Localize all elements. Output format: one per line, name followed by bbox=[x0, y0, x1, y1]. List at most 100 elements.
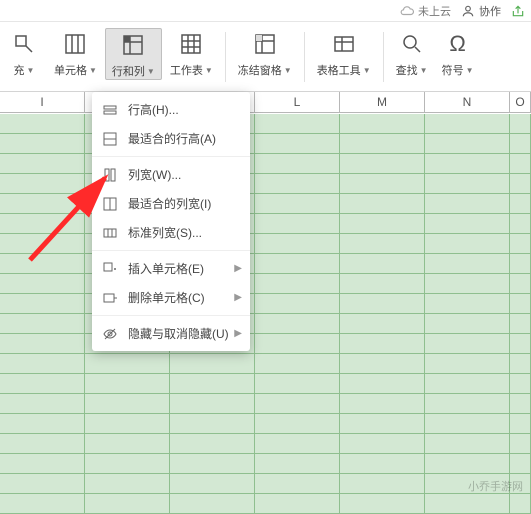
worksheet-button[interactable]: 工作表▼ bbox=[164, 28, 219, 78]
row-and-column-button[interactable]: 行和列▼ bbox=[105, 28, 162, 80]
cell[interactable] bbox=[85, 394, 170, 414]
cell[interactable] bbox=[0, 394, 85, 414]
cell[interactable] bbox=[510, 354, 531, 374]
cell[interactable] bbox=[425, 154, 510, 174]
cell[interactable] bbox=[0, 194, 85, 214]
cell[interactable] bbox=[170, 474, 255, 494]
cell[interactable] bbox=[340, 334, 425, 354]
menu-row-height[interactable]: 行高(H)... bbox=[92, 95, 250, 124]
cell[interactable] bbox=[340, 234, 425, 254]
cell[interactable] bbox=[340, 134, 425, 154]
cell[interactable] bbox=[510, 374, 531, 394]
cell[interactable] bbox=[255, 134, 340, 154]
cell[interactable] bbox=[0, 374, 85, 394]
cell[interactable] bbox=[255, 334, 340, 354]
cell[interactable] bbox=[255, 154, 340, 174]
collaborate-button[interactable]: 协作 bbox=[461, 3, 501, 19]
cell[interactable] bbox=[255, 434, 340, 454]
cell[interactable] bbox=[425, 174, 510, 194]
cell[interactable] bbox=[340, 254, 425, 274]
cell[interactable] bbox=[510, 134, 531, 154]
cell[interactable] bbox=[85, 494, 170, 514]
cell[interactable] bbox=[0, 234, 85, 254]
cell[interactable] bbox=[255, 254, 340, 274]
cell[interactable] bbox=[340, 474, 425, 494]
cell[interactable] bbox=[340, 214, 425, 234]
cell[interactable] bbox=[0, 254, 85, 274]
cell[interactable] bbox=[0, 274, 85, 294]
cell[interactable] bbox=[170, 414, 255, 434]
cell[interactable] bbox=[0, 454, 85, 474]
cell[interactable] bbox=[170, 494, 255, 514]
cell[interactable] bbox=[255, 314, 340, 334]
cell[interactable] bbox=[425, 334, 510, 354]
cell[interactable] bbox=[425, 234, 510, 254]
cell[interactable] bbox=[255, 454, 340, 474]
cell[interactable] bbox=[0, 494, 85, 514]
cell[interactable] bbox=[425, 134, 510, 154]
cell[interactable] bbox=[170, 454, 255, 474]
cell[interactable] bbox=[510, 454, 531, 474]
menu-best-col-width[interactable]: 最适合的列宽(I) bbox=[92, 189, 250, 218]
cell[interactable] bbox=[170, 354, 255, 374]
cell[interactable] bbox=[0, 334, 85, 354]
cell[interactable] bbox=[255, 234, 340, 254]
cell[interactable] bbox=[255, 374, 340, 394]
cell[interactable] bbox=[340, 274, 425, 294]
cell[interactable] bbox=[255, 294, 340, 314]
cell[interactable] bbox=[340, 174, 425, 194]
cell[interactable] bbox=[340, 374, 425, 394]
cell[interactable] bbox=[85, 454, 170, 474]
cell[interactable] bbox=[425, 494, 510, 514]
cell[interactable] bbox=[85, 374, 170, 394]
cell[interactable] bbox=[510, 314, 531, 334]
menu-best-row-height[interactable]: 最适合的行高(A) bbox=[92, 124, 250, 153]
cell[interactable] bbox=[255, 274, 340, 294]
cell[interactable] bbox=[425, 434, 510, 454]
cell[interactable] bbox=[510, 434, 531, 454]
cell[interactable] bbox=[510, 254, 531, 274]
cell[interactable] bbox=[0, 174, 85, 194]
cell[interactable] bbox=[170, 394, 255, 414]
cell[interactable] bbox=[425, 394, 510, 414]
cell[interactable] bbox=[340, 434, 425, 454]
cell[interactable] bbox=[255, 214, 340, 234]
cell[interactable] bbox=[255, 494, 340, 514]
cell[interactable] bbox=[255, 114, 340, 134]
cell[interactable] bbox=[0, 214, 85, 234]
cell[interactable] bbox=[255, 474, 340, 494]
cell[interactable] bbox=[255, 174, 340, 194]
cell[interactable] bbox=[425, 414, 510, 434]
cell[interactable] bbox=[340, 414, 425, 434]
menu-standard-col-width[interactable]: 标准列宽(S)... bbox=[92, 218, 250, 247]
cell[interactable] bbox=[425, 254, 510, 274]
cell[interactable] bbox=[340, 454, 425, 474]
symbol-button[interactable]: Ω 符号▼ bbox=[436, 28, 480, 78]
cell[interactable] bbox=[425, 354, 510, 374]
cell[interactable] bbox=[510, 154, 531, 174]
cell[interactable] bbox=[0, 434, 85, 454]
cell[interactable] bbox=[0, 154, 85, 174]
cell[interactable] bbox=[510, 214, 531, 234]
column-header[interactable]: I bbox=[0, 92, 85, 112]
cell[interactable] bbox=[510, 194, 531, 214]
cell[interactable] bbox=[170, 434, 255, 454]
freeze-panes-button[interactable]: 冻结窗格▼ bbox=[232, 28, 298, 78]
cell[interactable] bbox=[425, 274, 510, 294]
table-tools-button[interactable]: 表格工具▼ bbox=[311, 28, 377, 78]
column-header[interactable]: N bbox=[425, 92, 510, 112]
cell[interactable] bbox=[85, 414, 170, 434]
cell[interactable] bbox=[510, 114, 531, 134]
cell[interactable] bbox=[340, 114, 425, 134]
cell[interactable] bbox=[425, 214, 510, 234]
cell[interactable] bbox=[255, 414, 340, 434]
cells-button[interactable]: 单元格▼ bbox=[48, 28, 103, 78]
cell[interactable] bbox=[85, 354, 170, 374]
cell[interactable] bbox=[255, 194, 340, 214]
column-header[interactable]: M bbox=[340, 92, 425, 112]
cell[interactable] bbox=[170, 374, 255, 394]
cell[interactable] bbox=[85, 434, 170, 454]
cell[interactable] bbox=[255, 394, 340, 414]
menu-delete-cells[interactable]: 删除单元格(C) ▶ bbox=[92, 283, 250, 312]
cells-grid[interactable] bbox=[0, 114, 531, 514]
